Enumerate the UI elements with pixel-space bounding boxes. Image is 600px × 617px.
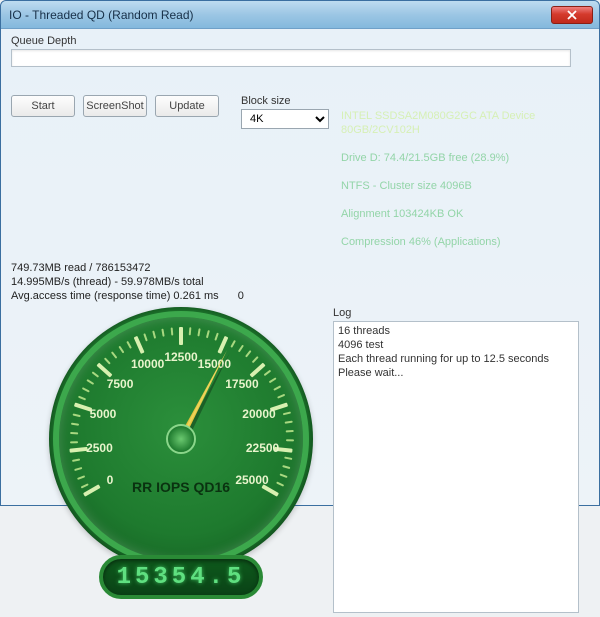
block-size-label: Block size: [241, 95, 329, 107]
stats-panel: 749.73MB read / 786153472 14.995MB/s (th…: [11, 261, 589, 303]
log-area: Log: [333, 307, 579, 616]
queue-depth-slider[interactable]: [11, 49, 571, 67]
gauge-tick: [179, 327, 183, 345]
start-button[interactable]: Start: [11, 95, 75, 117]
lower-panel: 0250050007500100001250015000175002000022…: [11, 307, 589, 617]
device-alignment: Alignment 103424KB OK: [341, 208, 463, 220]
device-info-panel: INTEL SSDSA2M080G2GC ATA Device 80GB/2CV…: [341, 95, 571, 249]
close-icon: [567, 10, 577, 20]
gauge-tick-label: 2500: [74, 441, 124, 455]
block-size-select[interactable]: 4K: [241, 109, 329, 129]
window-title: IO - Threaded QD (Random Read): [7, 8, 551, 22]
stat-speed: 14.995MB/s (thread) - 59.978MB/s total: [11, 275, 589, 289]
log-label: Log: [333, 307, 579, 319]
gauge-tick-label: 15000: [189, 357, 239, 371]
device-fs: NTFS - Cluster size 4096B: [341, 180, 472, 192]
gauge-tick-label: 7500: [95, 377, 145, 391]
gauge-tick-label: 5000: [78, 407, 128, 421]
screenshot-button[interactable]: ScreenShot: [83, 95, 147, 117]
device-drive: Drive D: 74.4/21.5GB free (28.9%): [341, 152, 509, 164]
gauge-title: RR IOPS QD16: [49, 479, 313, 495]
iops-gauge: 0250050007500100001250015000175002000022…: [49, 307, 313, 571]
stat-read: 749.73MB read / 786153472: [11, 261, 589, 275]
block-size-group: Block size 4K: [241, 95, 329, 129]
gauge-tick-label: 22500: [238, 441, 288, 455]
close-button[interactable]: [551, 6, 593, 24]
gauge-tick-label: 17500: [217, 377, 267, 391]
controls-row: Start ScreenShot Update Block size 4K IN…: [11, 95, 589, 249]
gauge-minor-tick: [70, 432, 78, 434]
gauge-hub: [166, 424, 196, 454]
gauge-tick-label: 20000: [234, 407, 284, 421]
stat-latency: Avg.access time (response time) 0.261 ms: [11, 290, 219, 302]
queue-depth-label: Queue Depth: [11, 35, 589, 47]
title-bar[interactable]: IO - Threaded QD (Random Read): [1, 1, 599, 29]
device-compression: Compression 46% (Applications): [341, 236, 501, 248]
gauge-lcd: 15354.5: [99, 555, 263, 599]
gauge-lcd-value: 15354.5: [117, 564, 246, 591]
app-window: IO - Threaded QD (Random Read) Queue Dep…: [0, 0, 600, 506]
log-textarea[interactable]: [333, 321, 579, 613]
stat-counter: 0: [238, 289, 244, 303]
content-area: Queue Depth Start ScreenShot Update Bloc…: [1, 29, 599, 505]
device-model: INTEL SSDSA2M080G2GC ATA Device 80GB/2CV…: [341, 110, 535, 136]
gauge-minor-tick: [70, 441, 78, 443]
update-button[interactable]: Update: [155, 95, 219, 117]
